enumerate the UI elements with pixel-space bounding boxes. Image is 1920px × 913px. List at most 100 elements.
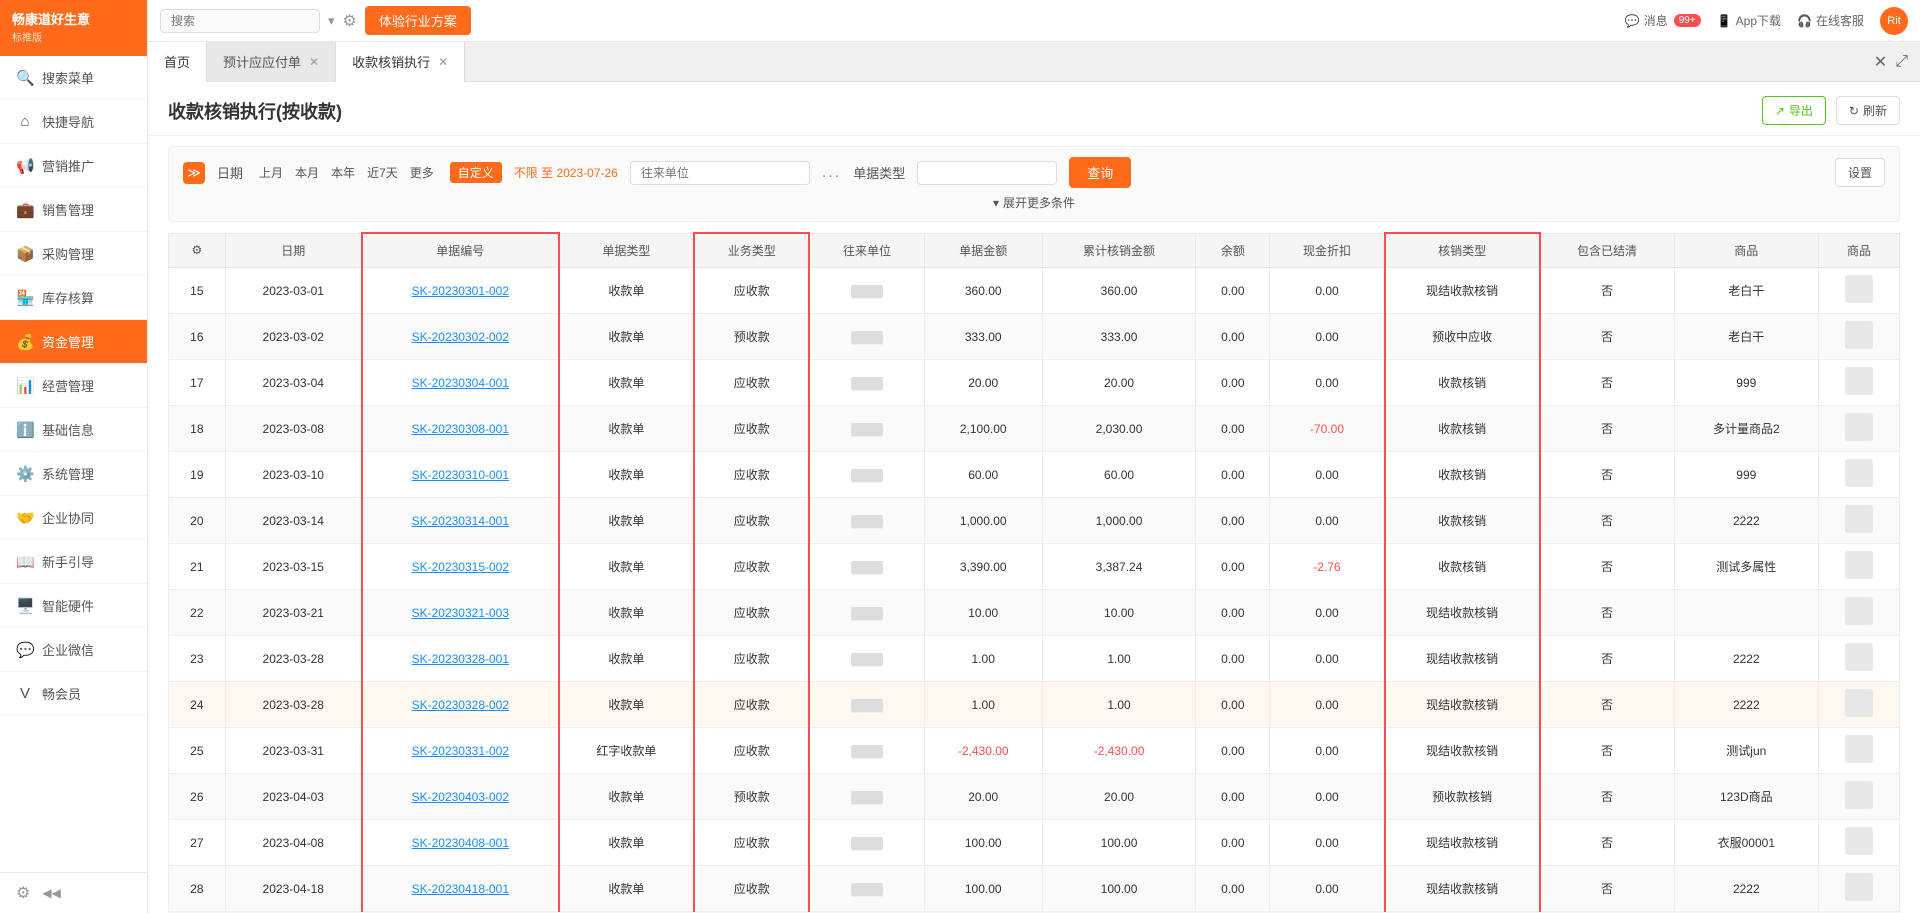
sidebar-item-icon-search: 🔍 <box>16 69 34 87</box>
sidebar-item-member[interactable]: V畅会员 <box>0 672 147 716</box>
row-bill-type: 红字收款单 <box>559 728 694 774</box>
goods-thumb <box>1845 321 1873 349</box>
bill-no-link[interactable]: SK-20230308-001 <box>412 422 509 436</box>
bill-no-link[interactable]: SK-20230321-003 <box>412 606 509 620</box>
messages-icon-item[interactable]: 💬 消息 99+ <box>1625 12 1701 29</box>
bill-no-link[interactable]: SK-20230301-002 <box>412 284 509 298</box>
sidebar-item-icon-purchase: 📦 <box>16 245 34 263</box>
bill-no-link[interactable]: SK-20230408-001 <box>412 836 509 850</box>
row-included: 否 <box>1540 406 1674 452</box>
sidebar-item-quick[interactable]: ⌂快捷导航 <box>0 100 147 144</box>
expand-more-link[interactable]: ▾ 展开更多条件 <box>993 194 1075 211</box>
bill-type-label: 单据类型 <box>853 163 905 182</box>
row-discount: 0.00 <box>1270 360 1385 406</box>
sidebar-item-enterprise[interactable]: 🤝企业协同 <box>0 496 147 540</box>
custom-date-button[interactable]: 自定义 <box>450 162 502 183</box>
bill-type-select[interactable] <box>917 161 1057 185</box>
filter-expand-button[interactable]: ≫ <box>183 162 205 184</box>
row-verify-type: 预收中应收 <box>1385 314 1540 360</box>
settings-col-icon[interactable]: ⚙ <box>191 243 202 257</box>
row-verify-type: 现结收款核销 <box>1385 866 1540 912</box>
row-bill-no[interactable]: SK-20230304-001 <box>362 360 559 406</box>
refresh-button[interactable]: ↻ 刷新 <box>1836 96 1900 125</box>
solution-button[interactable]: 体验行业方案 <box>365 6 471 35</box>
sidebar-item-operations[interactable]: 📊经营管理 <box>0 364 147 408</box>
refresh-icon: ↻ <box>1849 104 1859 118</box>
sidebar-item-wechat[interactable]: 💬企业微信 <box>0 628 147 672</box>
row-bill-no[interactable]: SK-20230408-001 <box>362 820 559 866</box>
bill-no-link[interactable]: SK-20230302-002 <box>412 330 509 344</box>
row-bill-no[interactable]: SK-20230331-002 <box>362 728 559 774</box>
sidebar-item-system[interactable]: ⚙️系统管理 <box>0 452 147 496</box>
settings-icon[interactable]: ⚙ <box>16 883 30 903</box>
bill-no-link[interactable]: SK-20230418-001 <box>412 882 509 896</box>
row-no: 21 <box>169 544 226 590</box>
sidebar-item-hardware[interactable]: 🖥️智能硬件 <box>0 584 147 628</box>
sidebar-item-search[interactable]: 🔍搜索菜单 <box>0 56 147 100</box>
row-biz-type: 应收款 <box>694 866 809 912</box>
sidebar-item-finance[interactable]: 💰资金管理 <box>0 320 147 364</box>
row-bill-no[interactable]: SK-20230308-001 <box>362 406 559 452</box>
search-input[interactable] <box>160 9 320 33</box>
dropdown-icon[interactable]: ▾ <box>328 13 335 29</box>
row-goods1 <box>1674 590 1819 636</box>
export-button[interactable]: ↗ 导出 <box>1762 96 1826 125</box>
date-quick-btn-4[interactable]: 更多 <box>406 162 438 183</box>
bill-no-link[interactable]: SK-20230328-001 <box>412 652 509 666</box>
row-bill-no[interactable]: SK-20230328-001 <box>362 636 559 682</box>
date-quick-btn-3[interactable]: 近7天 <box>363 162 402 183</box>
row-bill-no[interactable]: SK-20230328-002 <box>362 682 559 728</box>
filter-settings-button[interactable]: 设置 <box>1835 158 1885 187</box>
tab-receipt[interactable]: 收款核销执行✕ <box>336 42 465 82</box>
date-quick-btn-2[interactable]: 本年 <box>327 162 359 183</box>
close-tab-button[interactable]: ✕ <box>1874 52 1887 72</box>
sidebar-menu: 🔍搜索菜单⌂快捷导航📢营销推广💼销售管理📦采购管理🏪库存核算💰资金管理📊经营管理… <box>0 56 147 872</box>
row-bill-no[interactable]: SK-20230301-002 <box>362 268 559 314</box>
avatar[interactable]: Rit <box>1880 7 1908 35</box>
row-bill-no[interactable]: SK-20230302-002 <box>362 314 559 360</box>
row-biz-type: 预收款 <box>694 774 809 820</box>
sidebar-item-purchase[interactable]: 📦采购管理 <box>0 232 147 276</box>
filter-row: ≫ 日期 上月本月本年近7天更多 自定义 不限 至 2023-07-26 ...… <box>183 157 1885 188</box>
date-quick-btn-1[interactable]: 本月 <box>291 162 323 183</box>
settings-topbar-icon[interactable]: ⚙ <box>343 11 357 31</box>
bill-no-link[interactable]: SK-20230403-002 <box>412 790 509 804</box>
bill-no-link[interactable]: SK-20230314-001 <box>412 514 509 528</box>
bill-no-link[interactable]: SK-20230331-002 <box>412 744 509 758</box>
sidebar-item-sales[interactable]: 💼销售管理 <box>0 188 147 232</box>
sidebar-item-marketing[interactable]: 📢营销推广 <box>0 144 147 188</box>
row-included: 否 <box>1540 636 1674 682</box>
bill-no-link[interactable]: SK-20230310-001 <box>412 468 509 482</box>
partner-input[interactable] <box>630 161 810 185</box>
tab-close-prepay[interactable]: ✕ <box>309 55 319 69</box>
app-download-item[interactable]: 📱 App下载 <box>1717 12 1781 29</box>
row-bill-type: 收款单 <box>559 682 694 728</box>
expand-tab-button[interactable]: ⤢ <box>1895 53 1908 71</box>
sidebar-item-label-member: 畅会员 <box>42 684 81 703</box>
bill-no-link[interactable]: SK-20230328-002 <box>412 698 509 712</box>
sidebar-item-inventory[interactable]: 🏪库存核算 <box>0 276 147 320</box>
row-bill-no[interactable]: SK-20230321-003 <box>362 590 559 636</box>
row-bill-no[interactable]: SK-20230403-002 <box>362 774 559 820</box>
row-bill-no[interactable]: SK-20230310-001 <box>362 452 559 498</box>
row-bill-no[interactable]: SK-20230314-001 <box>362 498 559 544</box>
tab-prepay[interactable]: 预计应应付单✕ <box>207 42 336 82</box>
sidebar-item-basic[interactable]: ℹ️基础信息 <box>0 408 147 452</box>
tab-home[interactable]: 首页 <box>148 42 207 82</box>
row-biz-type: 应收款 <box>694 820 809 866</box>
bill-no-link[interactable]: SK-20230304-001 <box>412 376 509 390</box>
row-bill-no[interactable]: SK-20230315-002 <box>362 544 559 590</box>
date-quick-btn-0[interactable]: 上月 <box>255 162 287 183</box>
row-goods2 <box>1819 544 1900 590</box>
row-partner: ████ <box>809 360 924 406</box>
tab-close-receipt[interactable]: ✕ <box>438 55 448 69</box>
row-goods1: 老白干 <box>1674 268 1819 314</box>
bill-no-link[interactable]: SK-20230315-002 <box>412 560 509 574</box>
online-service-item[interactable]: 🎧 在线客服 <box>1797 12 1864 29</box>
collapse-icon[interactable]: ◀◀ <box>42 886 60 900</box>
table-col-header-0[interactable]: ⚙ <box>169 233 226 268</box>
row-bill-no[interactable]: SK-20230418-001 <box>362 866 559 912</box>
sidebar-item-guide[interactable]: 📖新手引导 <box>0 540 147 584</box>
query-button[interactable]: 查询 <box>1069 157 1131 188</box>
row-verified: 3,387.24 <box>1042 544 1195 590</box>
